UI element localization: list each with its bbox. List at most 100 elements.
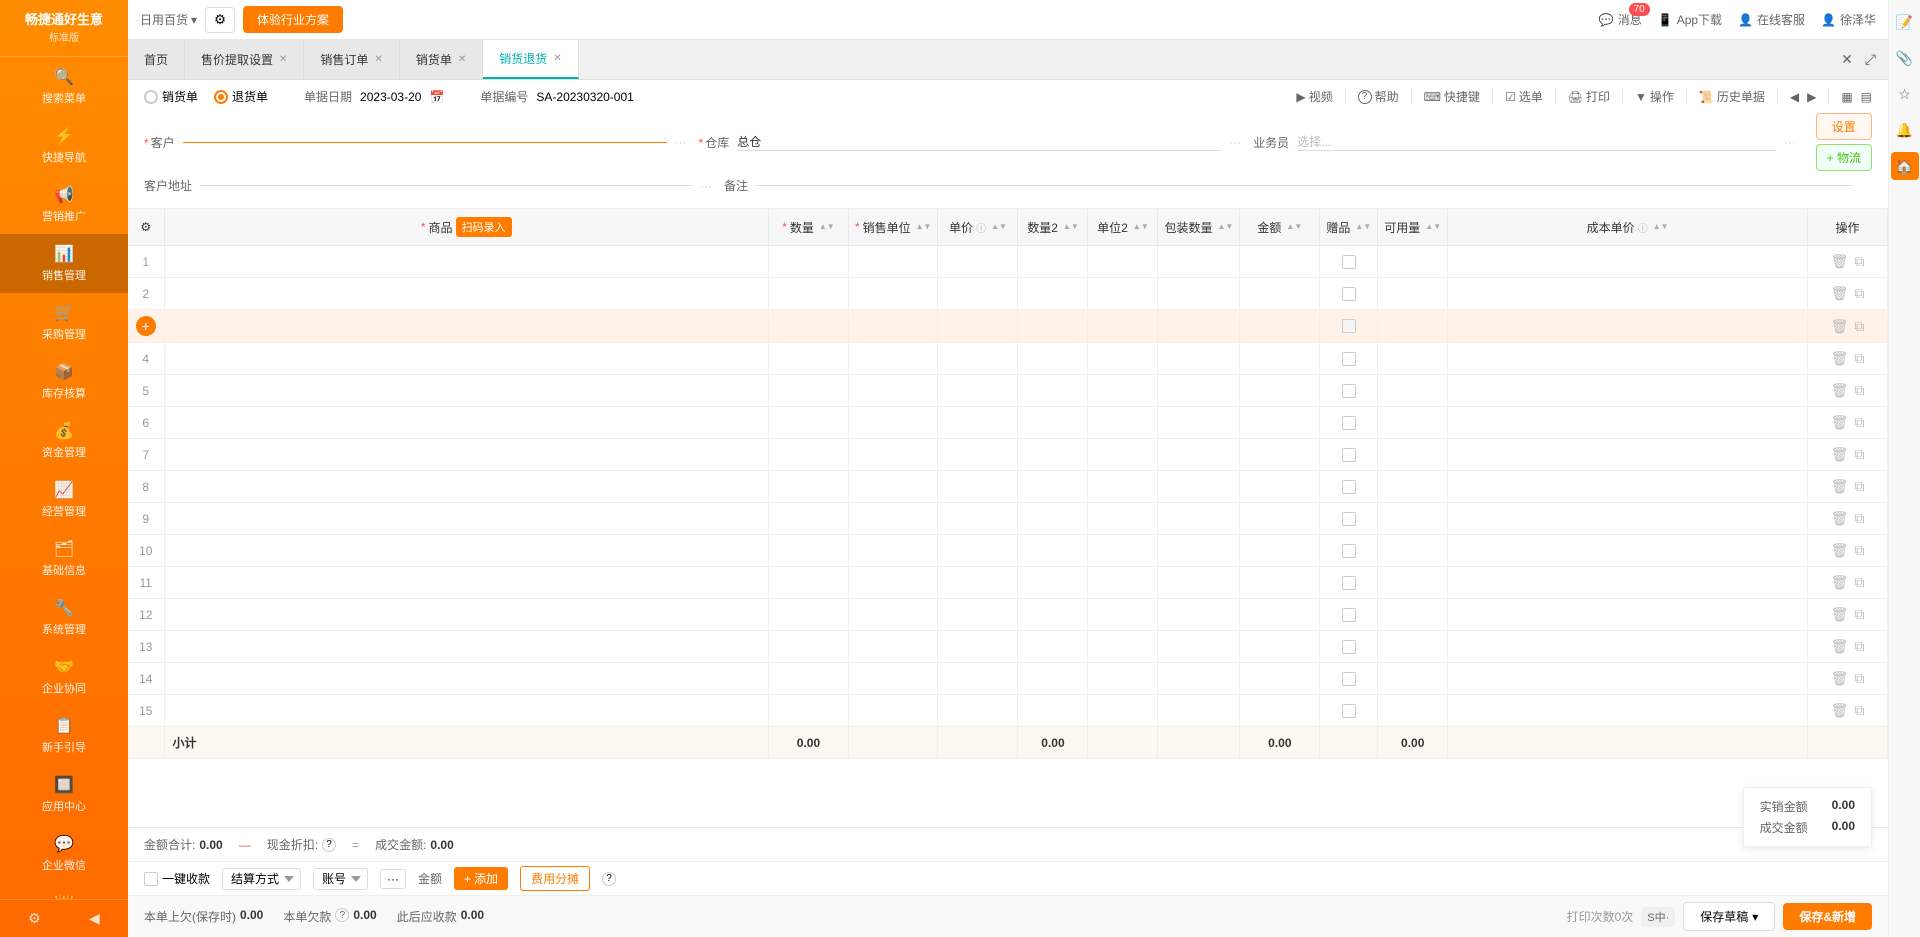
user-button[interactable]: 👤 徐泽华 bbox=[1821, 11, 1876, 28]
unit2-cell[interactable] bbox=[1088, 310, 1158, 343]
calendar-icon[interactable]: 📅 bbox=[429, 90, 444, 104]
gift-checkbox[interactable] bbox=[1342, 672, 1356, 686]
payment-checkbox[interactable]: 一键收款 bbox=[144, 870, 210, 887]
add-row-button[interactable]: + bbox=[136, 316, 156, 336]
staff-input[interactable]: 选择... bbox=[1297, 133, 1776, 151]
gift-checkbox-h[interactable] bbox=[1342, 319, 1356, 333]
address-input[interactable] bbox=[200, 185, 692, 186]
qty2-cell[interactable] bbox=[1018, 246, 1088, 278]
sidebar-item-system[interactable]: 🔧 系统管理 bbox=[0, 588, 128, 647]
delete-icon[interactable]: 🗑 bbox=[1831, 414, 1849, 431]
gift-checkbox[interactable] bbox=[1342, 512, 1356, 526]
copy-icon[interactable]: ⧉ bbox=[1854, 478, 1864, 495]
tab-sales-order[interactable]: 销售订单 ✕ bbox=[304, 40, 399, 79]
qty-sort[interactable]: ▲▼ bbox=[819, 223, 835, 231]
price-sort[interactable]: ▲▼ bbox=[991, 223, 1007, 231]
gift-checkbox[interactable] bbox=[1342, 544, 1356, 558]
panel-icon-clip[interactable]: 📎 bbox=[1891, 44, 1919, 72]
pkgqty-sort[interactable]: ▲▼ bbox=[1218, 223, 1234, 231]
sidebar-item-purchase[interactable]: 🛒 采购管理 bbox=[0, 293, 128, 352]
qty2-sort[interactable]: ▲▼ bbox=[1063, 223, 1079, 231]
unit-cell[interactable] bbox=[848, 246, 938, 278]
goods-input[interactable] bbox=[171, 319, 762, 333]
sidebar-item-stock[interactable]: 📦 库存核算 bbox=[0, 352, 128, 411]
tab-sales-return[interactable]: 销货退货 ✕ bbox=[483, 40, 578, 79]
account-dots[interactable]: ··· bbox=[380, 869, 406, 889]
gift-cell[interactable] bbox=[1320, 278, 1378, 310]
delete-icon[interactable]: 🗑 bbox=[1831, 382, 1849, 399]
delete-icon[interactable]: 🗑 bbox=[1831, 574, 1849, 591]
panel-icon-note[interactable]: 📝 bbox=[1891, 8, 1919, 36]
costprice-cell[interactable] bbox=[1448, 278, 1808, 310]
delete-icon[interactable]: 🗑 bbox=[1831, 510, 1849, 527]
gift-checkbox[interactable] bbox=[1342, 416, 1356, 430]
delete-icon[interactable]: 🗑 bbox=[1831, 350, 1849, 367]
unit2-cell[interactable] bbox=[1088, 246, 1158, 278]
close-tab-button[interactable]: ✕ bbox=[1837, 49, 1857, 70]
settings-bottom-icon[interactable]: ⚙ bbox=[28, 910, 41, 927]
qty-cell[interactable] bbox=[768, 310, 848, 343]
delete-icon[interactable]: 🗑 bbox=[1831, 253, 1849, 270]
gift-cell[interactable] bbox=[1320, 310, 1378, 343]
avail-cell[interactable] bbox=[1378, 310, 1448, 343]
delete-icon[interactable]: 🗑 bbox=[1831, 638, 1849, 655]
sidebar-item-apps[interactable]: 🔲 应用中心 bbox=[0, 765, 128, 824]
add-button[interactable]: + 添加 bbox=[454, 867, 508, 890]
avail-cell[interactable] bbox=[1378, 278, 1448, 310]
delete-icon[interactable]: 🗑 bbox=[1831, 318, 1849, 335]
amount-cell[interactable] bbox=[1240, 246, 1320, 278]
panel-icon-bell[interactable]: 🔔 bbox=[1891, 116, 1919, 144]
radio-delivery[interactable]: 销货单 bbox=[144, 88, 198, 105]
copy-icon[interactable]: ⧉ bbox=[1854, 638, 1864, 655]
sidebar-item-ops[interactable]: 📈 经营管理 bbox=[0, 470, 128, 529]
tab-sales-delivery[interactable]: 销货单 ✕ bbox=[400, 40, 483, 79]
expand-tab-button[interactable]: ⤢ bbox=[1861, 49, 1880, 70]
customer-input[interactable] bbox=[183, 142, 667, 143]
trial-button[interactable]: 体验行业方案 bbox=[243, 6, 343, 33]
unit2-cell[interactable] bbox=[1088, 278, 1158, 310]
video-btn[interactable]: ▶ 视频 bbox=[1296, 88, 1332, 105]
price-cell[interactable] bbox=[938, 278, 1018, 310]
service-button[interactable]: 👤 在线客服 bbox=[1738, 11, 1805, 28]
goods-cell[interactable] bbox=[164, 246, 768, 278]
goods-cell-input[interactable] bbox=[164, 310, 768, 343]
copy-icon[interactable]: ⧉ bbox=[1854, 253, 1864, 270]
gift-checkbox[interactable] bbox=[1342, 384, 1356, 398]
staff-dots[interactable]: ··· bbox=[1784, 135, 1796, 149]
gift-checkbox[interactable] bbox=[1342, 608, 1356, 622]
scan-input-button[interactable]: 扫码录入 bbox=[456, 217, 512, 237]
gift-checkbox[interactable] bbox=[1342, 352, 1356, 366]
print-btn[interactable]: 🖨 打印 bbox=[1568, 88, 1610, 105]
amount-cell[interactable] bbox=[1240, 310, 1320, 343]
amount-sort[interactable]: ▲▼ bbox=[1286, 223, 1302, 231]
copy-icon[interactable]: ⧉ bbox=[1854, 702, 1864, 719]
gift-checkbox[interactable] bbox=[1342, 287, 1356, 301]
copy-icon[interactable]: ⧉ bbox=[1854, 510, 1864, 527]
qty-cell[interactable] bbox=[768, 246, 848, 278]
gift-cell[interactable] bbox=[1320, 246, 1378, 278]
delete-icon[interactable]: 🗑 bbox=[1831, 542, 1849, 559]
copy-icon[interactable]: ⧉ bbox=[1854, 542, 1864, 559]
message-button[interactable]: 💬 消息 70 bbox=[1599, 11, 1642, 28]
panel-icon-room[interactable]: 🏠 bbox=[1891, 152, 1919, 180]
qty-cell[interactable] bbox=[768, 278, 848, 310]
settings-icon[interactable]: ⚙ bbox=[140, 220, 151, 234]
debt-help[interactable]: ? bbox=[335, 908, 349, 922]
warehouse-dots[interactable]: ··· bbox=[1229, 135, 1241, 149]
history-btn[interactable]: 📜 历史单据 bbox=[1699, 88, 1765, 105]
tab-sales-return-close[interactable]: ✕ bbox=[553, 53, 561, 64]
copy-icon[interactable]: ⧉ bbox=[1854, 574, 1864, 591]
qty2-cell[interactable] bbox=[1018, 278, 1088, 310]
qty2-cell[interactable] bbox=[1018, 310, 1088, 343]
save-draft-button[interactable]: 保存草稿 ▾ bbox=[1683, 902, 1775, 931]
unit-cell[interactable] bbox=[848, 310, 938, 343]
gift-checkbox[interactable] bbox=[1342, 576, 1356, 590]
unit2-sort[interactable]: ▲▼ bbox=[1133, 223, 1149, 231]
sidebar-item-search[interactable]: 🔍 搜索菜单 bbox=[0, 57, 128, 116]
tab-price-setting[interactable]: 售价提取设置 ✕ bbox=[185, 40, 304, 79]
sidebar-item-member[interactable]: 👑 畅会员 bbox=[0, 883, 128, 899]
costprice-cell[interactable] bbox=[1448, 310, 1808, 343]
prev-btn[interactable]: ◀ bbox=[1790, 90, 1799, 104]
sidebar-item-guide[interactable]: 📋 新手引导 bbox=[0, 706, 128, 765]
tab-sales-delivery-close[interactable]: ✕ bbox=[458, 54, 466, 65]
